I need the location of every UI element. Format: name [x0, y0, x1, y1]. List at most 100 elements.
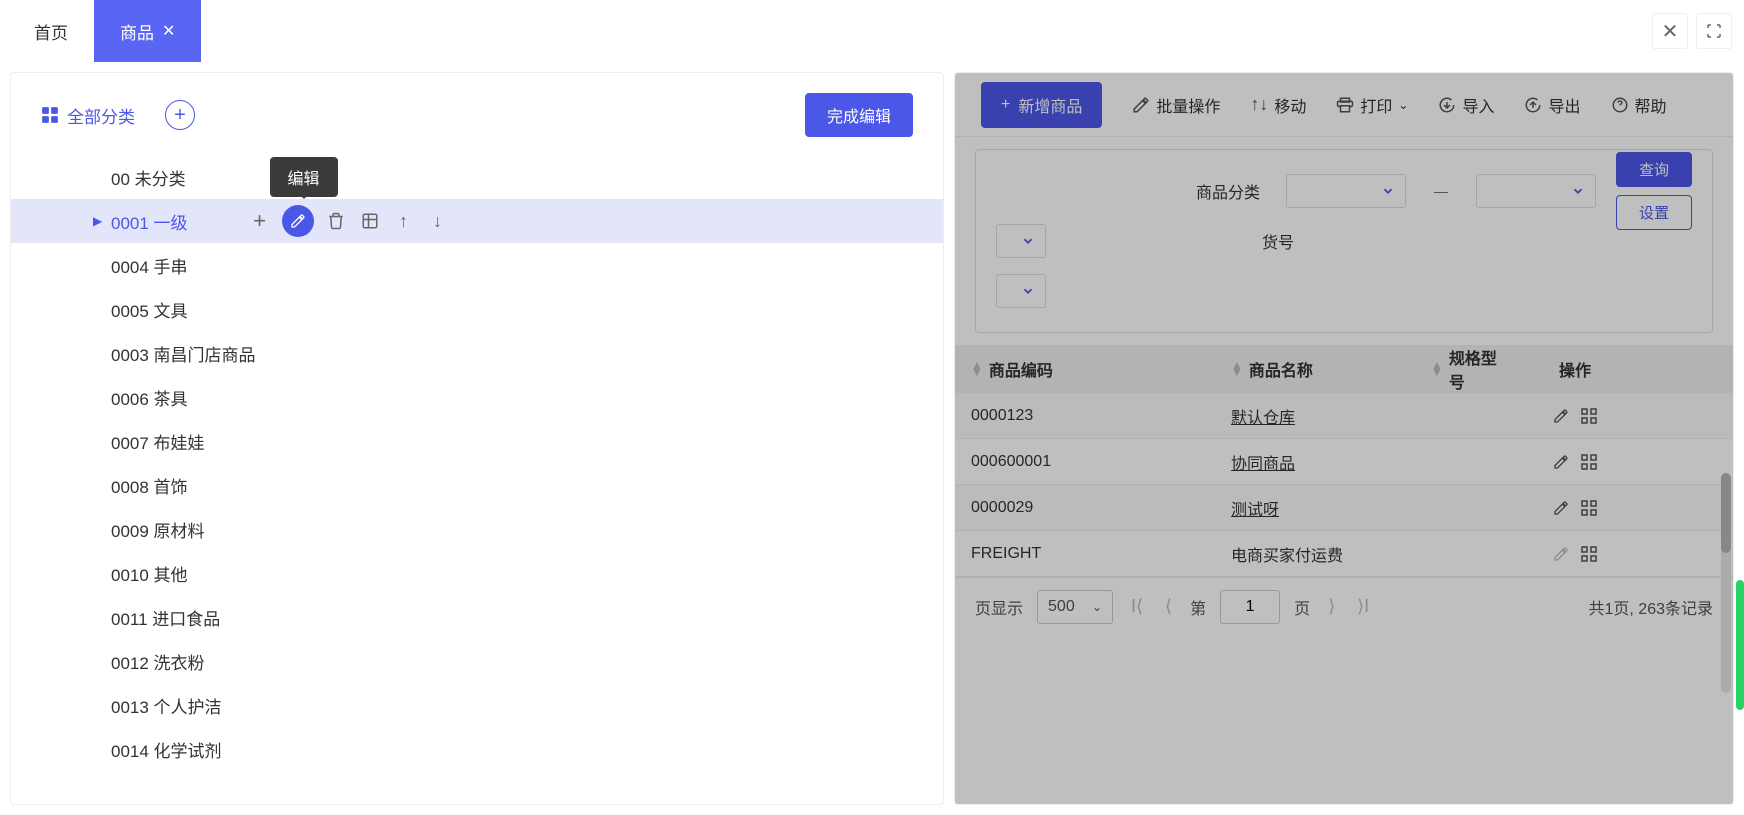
close-all-tabs-icon[interactable]: ✕ — [1652, 13, 1688, 49]
product-table: ▲▼ 商品编码 ▲▼ 商品名称 ▲▼ 规格型号 操作 0000123 — [955, 345, 1733, 577]
row-more-icon[interactable] — [1579, 406, 1599, 426]
per-page-select[interactable]: 500 ⌄ — [1037, 590, 1113, 624]
query-button[interactable]: 查询 — [1616, 152, 1692, 187]
settings-button[interactable]: 设置 — [1616, 195, 1692, 230]
edit-icon — [1132, 96, 1150, 114]
page-input[interactable] — [1220, 590, 1280, 624]
product-name: 电商买家付运费 — [1231, 542, 1343, 566]
add-category-button[interactable]: + — [165, 100, 195, 130]
category-item[interactable]: 0013 个人护洁 — [11, 683, 943, 727]
print-button[interactable]: 打印 ⌄ — [1336, 93, 1408, 117]
category-item[interactable]: 0011 进口食品 — [11, 595, 943, 639]
category-label: 0014 化学试剂 — [111, 737, 222, 762]
category-label: 0003 南昌门店商品 — [111, 341, 256, 366]
prev-page-icon[interactable]: ⟨ — [1161, 596, 1176, 617]
filter-category-from[interactable] — [1286, 174, 1406, 208]
help-button[interactable]: 帮助 — [1611, 93, 1667, 117]
filter-unknown-1[interactable] — [996, 224, 1046, 258]
product-name-link[interactable]: 默认仓库 — [1231, 404, 1295, 428]
printer-icon — [1336, 96, 1354, 114]
caret-right-icon[interactable]: ▶ — [93, 214, 102, 228]
close-icon[interactable]: ✕ — [162, 21, 175, 41]
category-label: 0013 个人护洁 — [111, 693, 222, 718]
table-header: ▲▼ 商品编码 ▲▼ 商品名称 ▲▼ 规格型号 操作 — [955, 345, 1733, 393]
print-label: 打印 — [1360, 93, 1392, 117]
move-up-icon[interactable]: ↑ — [392, 209, 416, 233]
row-edit-icon[interactable] — [1551, 498, 1571, 518]
row-more-icon[interactable] — [1579, 544, 1599, 564]
category-item[interactable]: 0014 化学试剂 — [11, 727, 943, 771]
table-row[interactable]: 0000029 测试呀 — [955, 485, 1733, 531]
sort-icon: ↑↓ — [1250, 94, 1268, 115]
export-button[interactable]: 导出 — [1524, 93, 1580, 117]
category-tree[interactable]: 00 未分类▶0001 一级+编辑↑↓0004 手串0005 文具0003 南昌… — [11, 155, 943, 804]
all-categories-link[interactable]: 全部分类 — [67, 103, 135, 128]
move-button[interactable]: ↑↓ 移动 — [1250, 93, 1306, 117]
category-item[interactable]: 0006 茶具 — [11, 375, 943, 419]
category-item[interactable]: 0004 手串 — [11, 243, 943, 287]
first-page-icon[interactable]: I⟨ — [1127, 596, 1147, 617]
tab-home[interactable]: 首页 — [8, 0, 94, 62]
page-suffix: 页 — [1294, 595, 1310, 619]
category-label: 0008 首饰 — [111, 473, 188, 498]
import-label: 导入 — [1462, 93, 1494, 117]
filter-category-label: 商品分类 — [1196, 179, 1266, 203]
category-label: 0009 原材料 — [111, 517, 205, 542]
per-page-label: 页显示 — [975, 595, 1023, 619]
product-code: 0000123 — [971, 407, 1033, 425]
category-item[interactable]: 00 未分类 — [11, 155, 943, 199]
filter-unknown-2[interactable] — [996, 274, 1046, 308]
filter-category-to[interactable] — [1476, 174, 1596, 208]
product-code: 000600001 — [971, 453, 1051, 471]
plus-icon: + — [1001, 96, 1010, 114]
pagination: 页显示 500 ⌄ I⟨ ⟨ 第 页 ⟩ ⟩I 共1页, 263条记录 — [955, 577, 1733, 635]
th-op: 操作 — [1559, 357, 1591, 381]
category-label: 00 未分类 — [111, 165, 186, 190]
import-button[interactable]: 导入 — [1438, 93, 1494, 117]
row-edit-icon[interactable] — [1551, 406, 1571, 426]
row-edit-icon[interactable] — [1551, 452, 1571, 472]
add-product-button[interactable]: + 新增商品 — [981, 82, 1102, 128]
filter-itemno-label: 货号 — [1262, 229, 1332, 253]
table-row[interactable]: 000600001 协同商品 — [955, 439, 1733, 485]
import-icon — [1438, 96, 1456, 114]
product-code: 0000029 — [971, 499, 1033, 517]
next-page-icon[interactable]: ⟩ — [1324, 596, 1339, 617]
last-page-icon[interactable]: ⟩I — [1353, 596, 1373, 617]
move-down-icon[interactable]: ↓ — [426, 209, 450, 233]
classify-icon[interactable] — [358, 209, 382, 233]
category-item[interactable]: 0007 布娃娃 — [11, 419, 943, 463]
export-icon — [1524, 96, 1542, 114]
filter-form: 商品分类 — 查询 设置 货号 — [975, 149, 1713, 333]
category-label: 0011 进口食品 — [111, 605, 220, 630]
product-name-link[interactable]: 协同商品 — [1231, 450, 1295, 474]
add-child-icon[interactable]: + — [248, 209, 272, 233]
category-item[interactable]: 0003 南昌门店商品 — [11, 331, 943, 375]
edit-icon[interactable]: 编辑 — [282, 205, 314, 237]
page-scrollbar-thumb[interactable] — [1736, 580, 1744, 710]
category-item[interactable]: 0012 洗衣粉 — [11, 639, 943, 683]
product-name-link[interactable]: 测试呀 — [1231, 496, 1279, 520]
row-more-icon[interactable] — [1579, 452, 1599, 472]
delete-icon[interactable] — [324, 209, 348, 233]
category-label: 0007 布娃娃 — [111, 429, 205, 454]
page-prefix: 第 — [1190, 595, 1206, 619]
table-scrollbar[interactable] — [1721, 473, 1731, 693]
table-row[interactable]: FREIGHT电商买家付运费 — [955, 531, 1733, 577]
fullscreen-icon[interactable] — [1696, 13, 1732, 49]
row-more-icon[interactable] — [1579, 498, 1599, 518]
sort-icon[interactable]: ▲▼ — [1231, 362, 1243, 376]
tab-products[interactable]: 商品 ✕ — [94, 0, 201, 62]
finish-edit-button[interactable]: 完成编辑 — [805, 93, 913, 137]
batch-ops-button[interactable]: 批量操作 — [1132, 93, 1220, 117]
category-item[interactable]: 0009 原材料 — [11, 507, 943, 551]
category-item[interactable]: 0010 其他 — [11, 551, 943, 595]
category-item[interactable]: ▶0001 一级+编辑↑↓ — [11, 199, 943, 243]
category-item[interactable]: 0008 首饰 — [11, 463, 943, 507]
page-summary: 共1页, 263条记录 — [1589, 595, 1714, 619]
sort-icon[interactable]: ▲▼ — [1431, 362, 1443, 376]
table-row[interactable]: 0000123 默认仓库 — [955, 393, 1733, 439]
product-toolbar: + 新增商品 批量操作 ↑↓ 移动 打印 — [955, 73, 1733, 137]
category-item[interactable]: 0005 文具 — [11, 287, 943, 331]
sort-icon[interactable]: ▲▼ — [971, 362, 983, 376]
